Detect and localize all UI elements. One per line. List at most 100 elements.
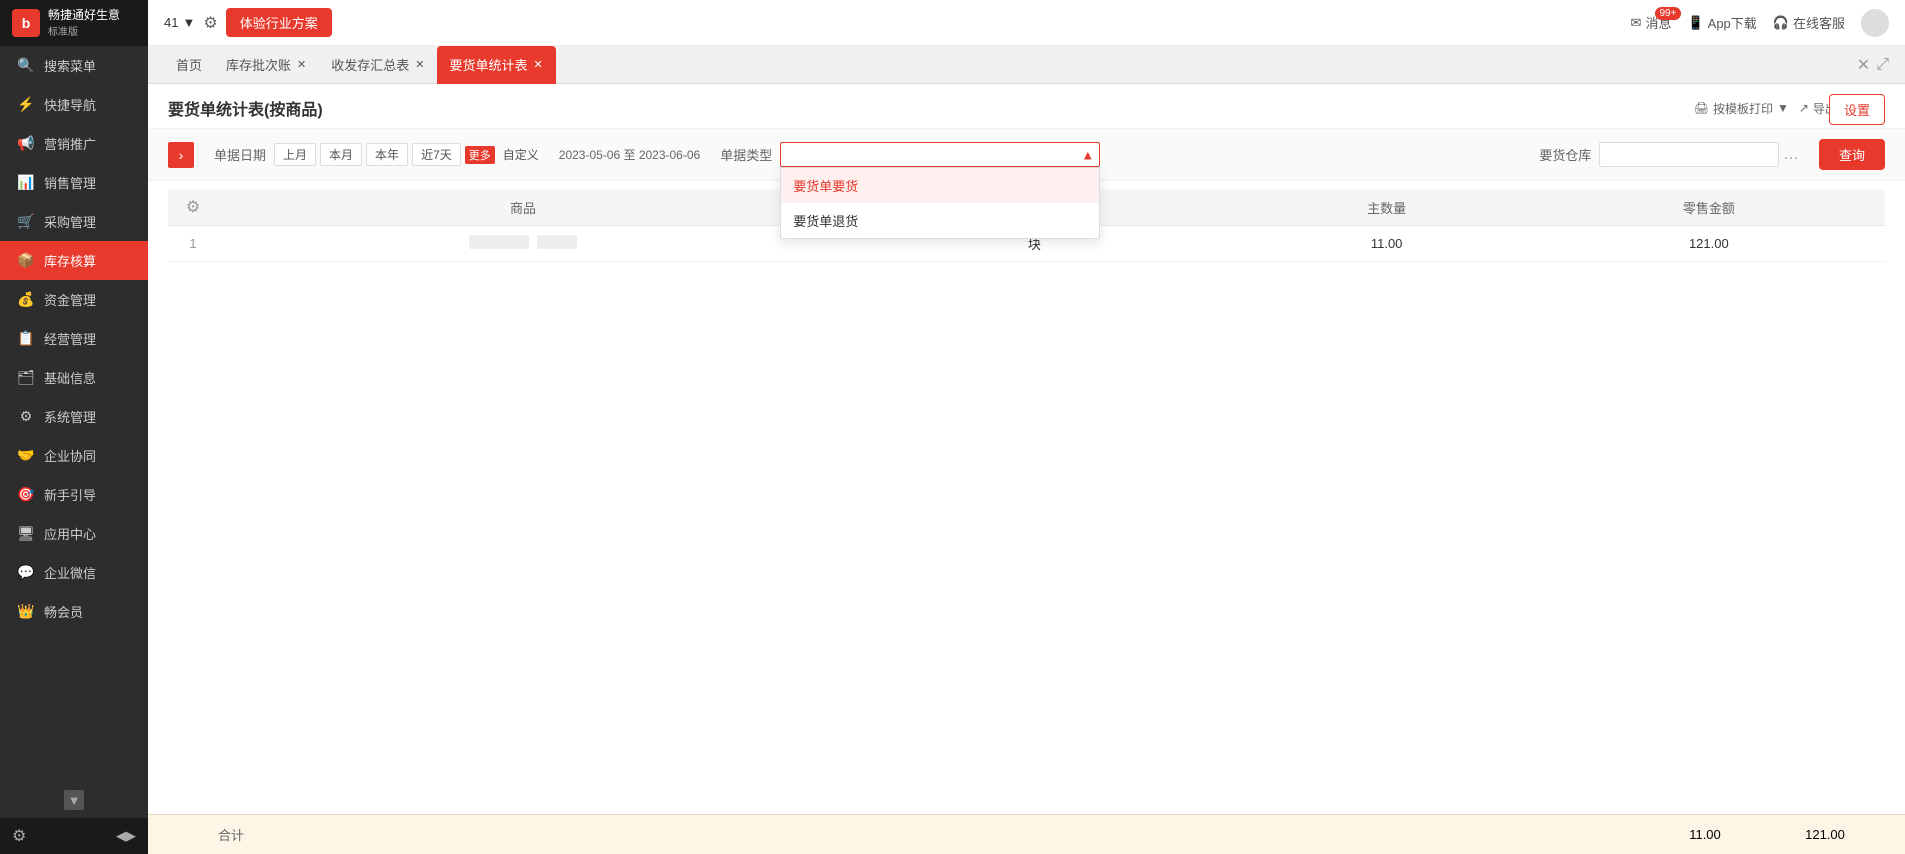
sidebar-item-icon: 🎯 — [16, 486, 36, 503]
tab-label: 库存批次账 — [226, 55, 291, 74]
message-btn[interactable]: ✉ 消息 99+ — [1631, 13, 1672, 32]
col-amount: 零售金额 — [1533, 189, 1885, 226]
online-service-btn[interactable]: 🎧 在线客服 — [1773, 13, 1845, 32]
sidebar-item-icon: 🗂 — [16, 369, 36, 386]
tab-close-icon[interactable]: ✕ — [297, 58, 306, 71]
row-qty: 11.00 — [1241, 226, 1533, 262]
content-area: 要货单统计表(按商品) 🖨 按模板打印 ▼ ↗ 导出 ↻ 刷新 › — [148, 84, 1905, 854]
tab-label: 要货单统计表 — [449, 55, 527, 74]
sidebar-item-基础信息[interactable]: 🗂 基础信息 — [0, 358, 148, 397]
sidebar-item-label: 快捷导航 — [44, 95, 96, 114]
message-icon: ✉ — [1631, 15, 1642, 31]
table-footer: 合计 11.00 121.00 — [148, 814, 1905, 854]
dropdown-option-1[interactable]: 要货单要货 — [781, 168, 1099, 203]
warehouse-more-icon[interactable]: … — [1783, 146, 1799, 163]
type-input[interactable] — [780, 142, 1100, 167]
sidebar-item-畅会员[interactable]: 👑畅会员 — [0, 592, 148, 631]
sidebar-item-icon: 📢 — [16, 135, 36, 152]
sidebar-settings-icon[interactable]: ⚙ — [12, 826, 26, 846]
warehouse-input[interactable] — [1599, 142, 1779, 167]
sidebar-footer: ⚙ ◀▶ — [0, 818, 148, 854]
col-product: 商品 — [218, 189, 828, 226]
topbar: 41 ▼ ⚙ 体验行业方案 ✉ 消息 99+ 📱 App下载 🎧 在线客服 — [148, 0, 1905, 46]
app-download-btn[interactable]: 📱 App下载 — [1687, 13, 1756, 32]
sidebar-item-icon: 📋 — [16, 330, 36, 347]
row-amount: 121.00 — [1533, 226, 1885, 262]
type-dropdown: 要货单要货 要货单退货 — [780, 167, 1100, 239]
tab-close-icon[interactable]: ✕ — [415, 58, 424, 71]
sidebar-item-icon: 💰 — [16, 291, 36, 308]
sidebar-item-新手引导[interactable]: 🎯新手引导 — [0, 475, 148, 514]
sidebar-item-快捷导航[interactable]: ⚡ 快捷导航 — [0, 85, 148, 124]
date-btn-本年[interactable]: 本年 — [366, 143, 408, 166]
filter-expand-btn[interactable]: › — [168, 142, 194, 168]
warehouse-label: 要货仓库 — [1539, 145, 1591, 164]
sidebar-item-经营管理[interactable]: 📋经营管理 — [0, 319, 148, 358]
settings-btn[interactable]: 设置 — [1829, 94, 1885, 125]
sidebar-item-label: 应用中心 — [44, 524, 96, 543]
type-dropdown-arrow[interactable]: ▲ — [1081, 147, 1094, 162]
date-custom-btn[interactable]: 自定义 — [503, 146, 539, 163]
sidebar-item-企业微信[interactable]: 💬企业微信 — [0, 553, 148, 592]
sidebar-item-icon: 🔍 — [16, 57, 36, 74]
col-settings: ⚙ — [168, 189, 218, 226]
download-icon: 📱 — [1687, 15, 1703, 31]
sidebar-item-label: 库存核算 — [44, 251, 96, 270]
store-dropdown-icon: ▼ — [182, 15, 195, 30]
logo-icon: b — [12, 9, 40, 37]
col-settings-icon[interactable]: ⚙ — [186, 199, 200, 216]
date-label: 单据日期 — [214, 145, 266, 164]
store-selector[interactable]: 41 ▼ — [164, 15, 195, 30]
tab-close-all-icon[interactable]: ✕ — [1857, 55, 1870, 75]
print-icon: 🖨 — [1694, 101, 1709, 115]
industry-btn[interactable]: 体验行业方案 — [226, 8, 332, 37]
service-icon: 🎧 — [1773, 15, 1789, 31]
date-btn-上月[interactable]: 上月 — [274, 143, 316, 166]
tab-要货单统计表[interactable]: 要货单统计表 ✕ — [437, 46, 555, 84]
print-dropdown-icon: ▼ — [1777, 101, 1789, 115]
topbar-settings-icon[interactable]: ⚙ — [203, 13, 217, 33]
app-logo: b 畅捷通好生意 标准版 — [0, 0, 148, 46]
print-btn[interactable]: 🖨 按模板打印 ▼ — [1694, 100, 1789, 117]
sidebar-item-icon: 👑 — [16, 603, 36, 620]
date-more-badge[interactable]: 更多 — [465, 146, 495, 164]
date-btn-本月[interactable]: 本月 — [320, 143, 362, 166]
sidebar-item-label: 基础信息 — [44, 368, 96, 387]
page-title: 要货单统计表(按商品) — [168, 96, 323, 120]
sidebar-item-搜索菜单[interactable]: 🔍 搜索菜单 — [0, 46, 148, 85]
tab-close-icon[interactable]: ✕ — [534, 58, 543, 71]
sidebar-item-资金管理[interactable]: 💰资金管理 — [0, 280, 148, 319]
sidebar-item-企业协同[interactable]: 🤝企业协同 — [0, 436, 148, 475]
sidebar-item-label: 搜索菜单 — [44, 56, 96, 75]
sidebar-item-系统管理[interactable]: ⚙系统管理 — [0, 397, 148, 436]
user-avatar[interactable] — [1861, 9, 1889, 37]
app-name: 畅捷通好生意 — [48, 8, 120, 24]
sidebar-scroll-down[interactable]: ▼ — [64, 790, 84, 810]
sidebar-item-库存核算[interactable]: 📦 库存核算 — [0, 241, 148, 280]
topbar-right: ✉ 消息 99+ 📱 App下载 🎧 在线客服 — [1631, 9, 1889, 37]
sidebar-item-icon: ⚡ — [16, 96, 36, 113]
sidebar-item-采购管理[interactable]: 🛒采购管理 — [0, 202, 148, 241]
row-product — [218, 226, 828, 262]
query-btn[interactable]: 查询 — [1819, 139, 1885, 170]
warehouse-input-wrap: … — [1599, 142, 1799, 167]
tab-expand-icon[interactable]: ⤢ — [1876, 56, 1889, 74]
footer-amount: 121.00 — [1765, 827, 1885, 842]
sidebar-item-label: 企业微信 — [44, 563, 96, 582]
sidebar-item-营销推广[interactable]: 📢营销推广 — [0, 124, 148, 163]
dropdown-option-2[interactable]: 要货单退货 — [781, 203, 1099, 238]
filter-bar: › 单据日期 上月本月本年近7天更多 自定义 2023-05-06 至 2023… — [148, 129, 1905, 181]
footer-label: 合计 — [218, 825, 244, 844]
tab-bar: 首页 库存批次账✕收发存汇总表✕要货单统计表✕ ✕ ⤢ — [148, 46, 1905, 84]
sidebar-item-label: 企业协同 — [44, 446, 96, 465]
sidebar-item-icon: 📦 — [16, 252, 36, 269]
tab-home[interactable]: 首页 — [164, 46, 214, 84]
sidebar-item-icon: 🛒 — [16, 213, 36, 230]
date-btn-近7天[interactable]: 近7天 — [412, 143, 461, 166]
sidebar-collapse-icon[interactable]: ◀▶ — [116, 828, 136, 844]
sidebar-item-应用中心[interactable]: 🖥应用中心 — [0, 514, 148, 553]
page-header: 要货单统计表(按商品) 🖨 按模板打印 ▼ ↗ 导出 ↻ 刷新 — [148, 84, 1905, 129]
sidebar-item-销售管理[interactable]: 📊销售管理 — [0, 163, 148, 202]
tab-收发存汇总表[interactable]: 收发存汇总表✕ — [319, 46, 437, 84]
tab-库存批次账[interactable]: 库存批次账 ✕ — [214, 46, 319, 84]
